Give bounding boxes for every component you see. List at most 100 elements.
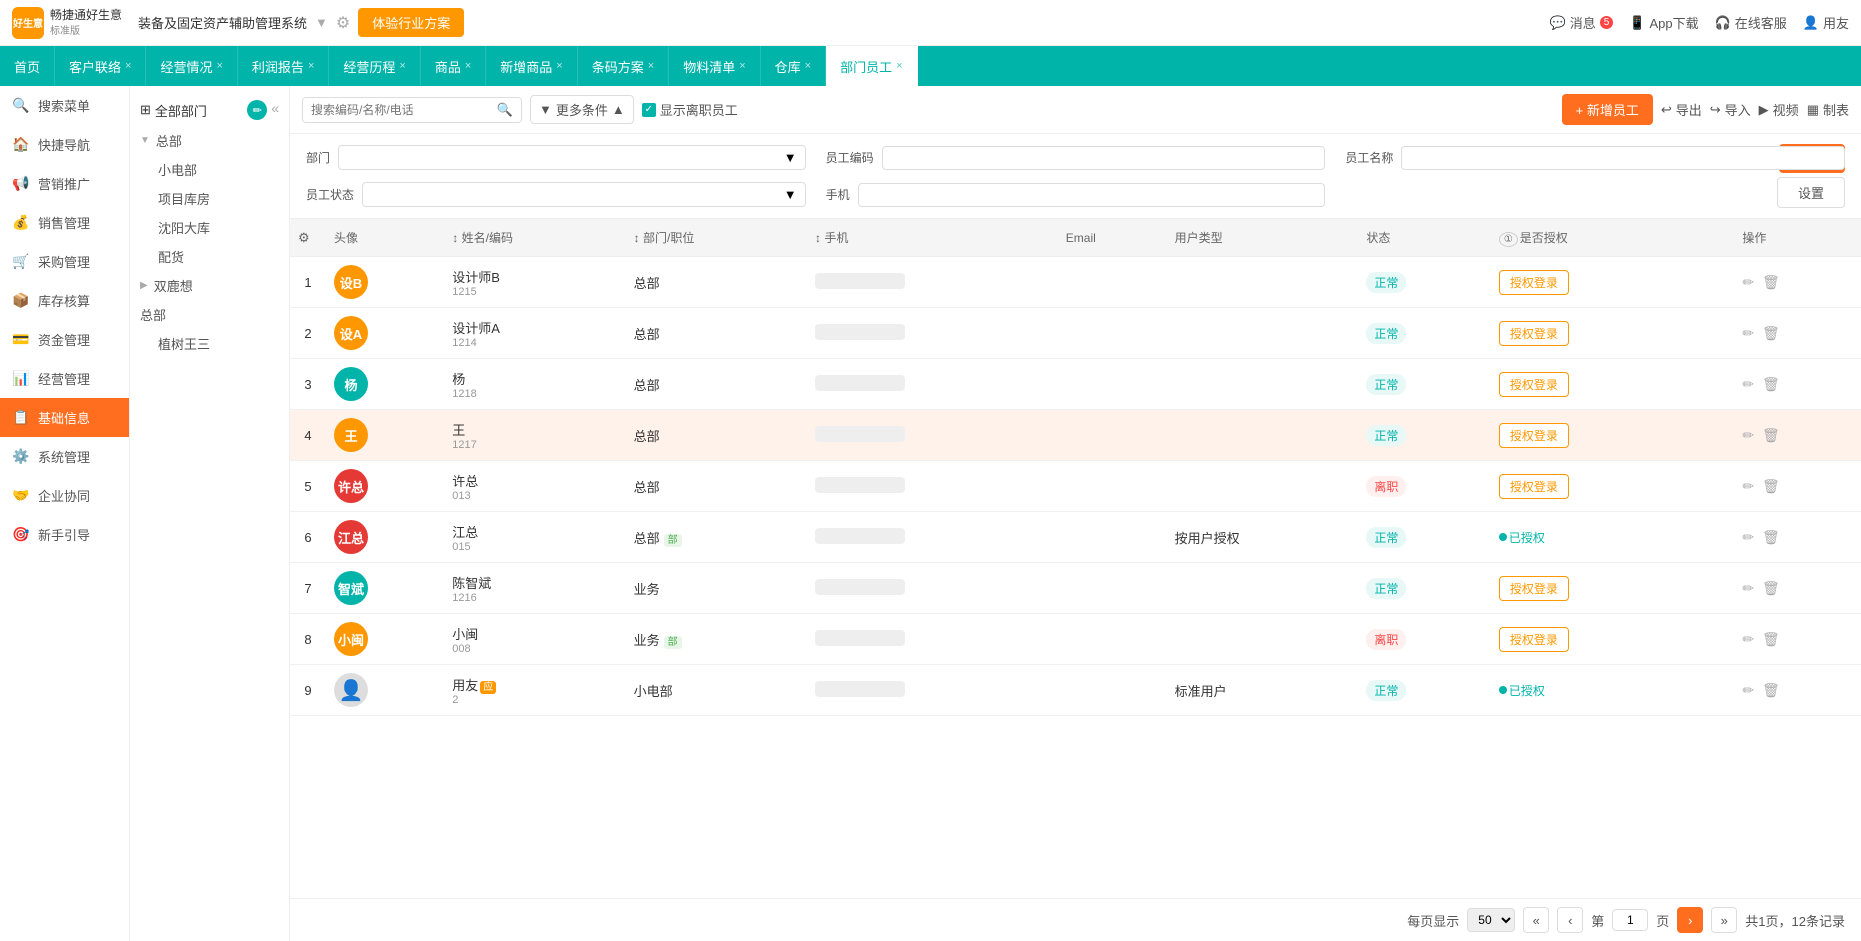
- user-action[interactable]: 👤 用友: [1803, 13, 1849, 32]
- auth-btn[interactable]: 授权登录: [1499, 372, 1569, 397]
- page-input[interactable]: [1612, 909, 1648, 931]
- auth-btn[interactable]: 授权登录: [1499, 321, 1569, 346]
- app-action[interactable]: 📱 App下载: [1629, 13, 1698, 32]
- search-input[interactable]: [311, 103, 493, 117]
- filter-status-select[interactable]: ▼: [362, 182, 806, 207]
- tab-customer[interactable]: 客户联络×: [55, 46, 146, 86]
- sidebar-item-finance[interactable]: 💳 资金管理: [0, 320, 129, 359]
- sidebar-item-marketing[interactable]: 📢 营销推广: [0, 164, 129, 203]
- edit-op-btn[interactable]: ✏: [1742, 478, 1754, 495]
- delete-op-btn[interactable]: 🗑: [1762, 274, 1780, 291]
- dept-node-xiaodibu[interactable]: 小电部: [130, 155, 289, 184]
- close-warehouse[interactable]: ×: [805, 60, 811, 72]
- tab-profit[interactable]: 利润报告×: [238, 46, 329, 86]
- settings-icon[interactable]: ⚙: [336, 13, 350, 33]
- try-btn[interactable]: 体验行业方案: [358, 8, 464, 37]
- edit-op-btn[interactable]: ✏: [1742, 580, 1754, 597]
- view-btn[interactable]: ▶ 视频: [1759, 100, 1799, 119]
- tab-staff[interactable]: 部门员工×: [826, 46, 917, 86]
- dept-node-shenyang[interactable]: 沈阳大库: [130, 213, 289, 242]
- tab-bom[interactable]: 物料清单×: [669, 46, 760, 86]
- first-page-btn[interactable]: «: [1523, 907, 1549, 933]
- edit-op-btn[interactable]: ✏: [1742, 274, 1754, 291]
- delete-op-btn[interactable]: 🗑: [1762, 376, 1780, 393]
- next-page-btn[interactable]: ›: [1677, 907, 1703, 933]
- sidebar-item-nav[interactable]: 🏠 快捷导航: [0, 125, 129, 164]
- delete-op-btn[interactable]: 🗑: [1762, 631, 1780, 648]
- tab-barcode[interactable]: 条码方案×: [578, 46, 669, 86]
- tab-home[interactable]: 首页: [0, 46, 55, 86]
- close-profit[interactable]: ×: [308, 60, 314, 72]
- collapse-btn[interactable]: «: [271, 100, 279, 120]
- edit-table-btn[interactable]: ▦ 制表: [1807, 100, 1849, 119]
- sidebar-item-sales[interactable]: 💰 销售管理: [0, 203, 129, 242]
- last-page-btn[interactable]: »: [1711, 907, 1737, 933]
- sidebar-item-system[interactable]: ⚙️ 系统管理: [0, 437, 129, 476]
- tab-add-goods[interactable]: 新增商品×: [486, 46, 577, 86]
- filter-name-input[interactable]: [1401, 146, 1845, 170]
- filter-phone-input[interactable]: [858, 183, 1326, 207]
- edit-op-btn[interactable]: ✏: [1742, 631, 1754, 648]
- filter-code-input[interactable]: [882, 146, 1326, 170]
- close-staff[interactable]: ×: [896, 60, 902, 72]
- import-btn[interactable]: ↪ 导入: [1710, 100, 1751, 119]
- per-page-select[interactable]: 50: [1467, 908, 1515, 932]
- service-action[interactable]: 🎧 在线客服: [1715, 13, 1787, 32]
- tab-business[interactable]: 经营情况×: [146, 46, 237, 86]
- dept-node-zhishu[interactable]: 植树王三: [130, 329, 289, 358]
- cell-empty: [1694, 563, 1734, 614]
- delete-op-btn[interactable]: 🗑: [1762, 478, 1780, 495]
- show-resigned-checkbox[interactable]: ✓: [642, 103, 656, 117]
- dept-node-xiangmu[interactable]: 项目库房: [130, 184, 289, 213]
- sidebar-item-guide[interactable]: 🎯 新手引导: [0, 515, 129, 554]
- sidebar-item-search[interactable]: 🔍 搜索菜单: [0, 86, 129, 125]
- edit-op-btn[interactable]: ✏: [1742, 529, 1754, 546]
- add-employee-btn[interactable]: + 新增员工: [1562, 94, 1653, 125]
- dept-node-root[interactable]: ▼总部: [130, 126, 289, 155]
- auth-btn[interactable]: 授权登录: [1499, 423, 1569, 448]
- sys-title-dropdown-icon[interactable]: ▼: [315, 15, 328, 30]
- close-barcode[interactable]: ×: [648, 60, 654, 72]
- auth-btn[interactable]: 授权登录: [1499, 474, 1569, 499]
- delete-op-btn[interactable]: 🗑: [1762, 682, 1780, 699]
- close-history[interactable]: ×: [399, 60, 405, 72]
- export-btn[interactable]: ↩ 导出: [1661, 100, 1702, 119]
- close-business[interactable]: ×: [216, 60, 222, 72]
- dept-node-shuanglu[interactable]: ▶双鹿想: [130, 271, 289, 300]
- filter-dept-select[interactable]: ▼: [338, 145, 806, 170]
- close-goods[interactable]: ×: [465, 60, 471, 72]
- dept-node-zongbu[interactable]: 总部: [130, 300, 289, 329]
- sidebar-item-biz[interactable]: 📊 经营管理: [0, 359, 129, 398]
- edit-op-btn[interactable]: ✏: [1742, 376, 1754, 393]
- close-customer[interactable]: ×: [125, 60, 131, 72]
- auth-btn[interactable]: 授权登录: [1499, 627, 1569, 652]
- edit-op-btn[interactable]: ✏: [1742, 682, 1754, 699]
- delete-op-btn[interactable]: 🗑: [1762, 529, 1780, 546]
- sidebar-item-collab[interactable]: 🤝 企业协同: [0, 476, 129, 515]
- delete-op-btn[interactable]: 🗑: [1762, 580, 1780, 597]
- tab-history[interactable]: 经营历程×: [329, 46, 420, 86]
- tab-goods[interactable]: 商品×: [421, 46, 486, 86]
- delete-op-btn[interactable]: 🗑: [1762, 325, 1780, 342]
- sidebar-item-purchase[interactable]: 🛒 采购管理: [0, 242, 129, 281]
- dept-edit-btn[interactable]: ✏: [247, 100, 267, 120]
- sidebar-item-basic[interactable]: 📋 基础信息: [0, 398, 129, 437]
- set-btn[interactable]: 设置: [1777, 177, 1845, 208]
- auth-btn[interactable]: 授权登录: [1499, 576, 1569, 601]
- tab-warehouse[interactable]: 仓库×: [761, 46, 826, 86]
- sidebar-item-inventory[interactable]: 📦 库存核算: [0, 281, 129, 320]
- close-add-goods[interactable]: ×: [556, 60, 562, 72]
- top-bar: 好生意 畅捷通好生意 标准版 装备及固定资产辅助管理系统 ▼ ⚙ 体验行业方案 …: [0, 0, 1861, 46]
- msg-action[interactable]: 💬 消息 5: [1550, 13, 1614, 32]
- close-bom[interactable]: ×: [739, 60, 745, 72]
- prev-page-btn[interactable]: ‹: [1557, 907, 1583, 933]
- filter-btn[interactable]: ▼ 更多条件 ▲: [530, 95, 634, 124]
- auth-btn[interactable]: 授权登录: [1499, 270, 1569, 295]
- settings-col-icon[interactable]: ⚙: [298, 230, 310, 245]
- edit-op-btn[interactable]: ✏: [1742, 427, 1754, 444]
- show-resigned[interactable]: ✓ 显示离职员工: [642, 100, 738, 119]
- delete-op-btn[interactable]: 🗑: [1762, 427, 1780, 444]
- name-code: 设计师A 1214: [452, 318, 617, 349]
- dept-node-peihuo[interactable]: 配货: [130, 242, 289, 271]
- edit-op-btn[interactable]: ✏: [1742, 325, 1754, 342]
